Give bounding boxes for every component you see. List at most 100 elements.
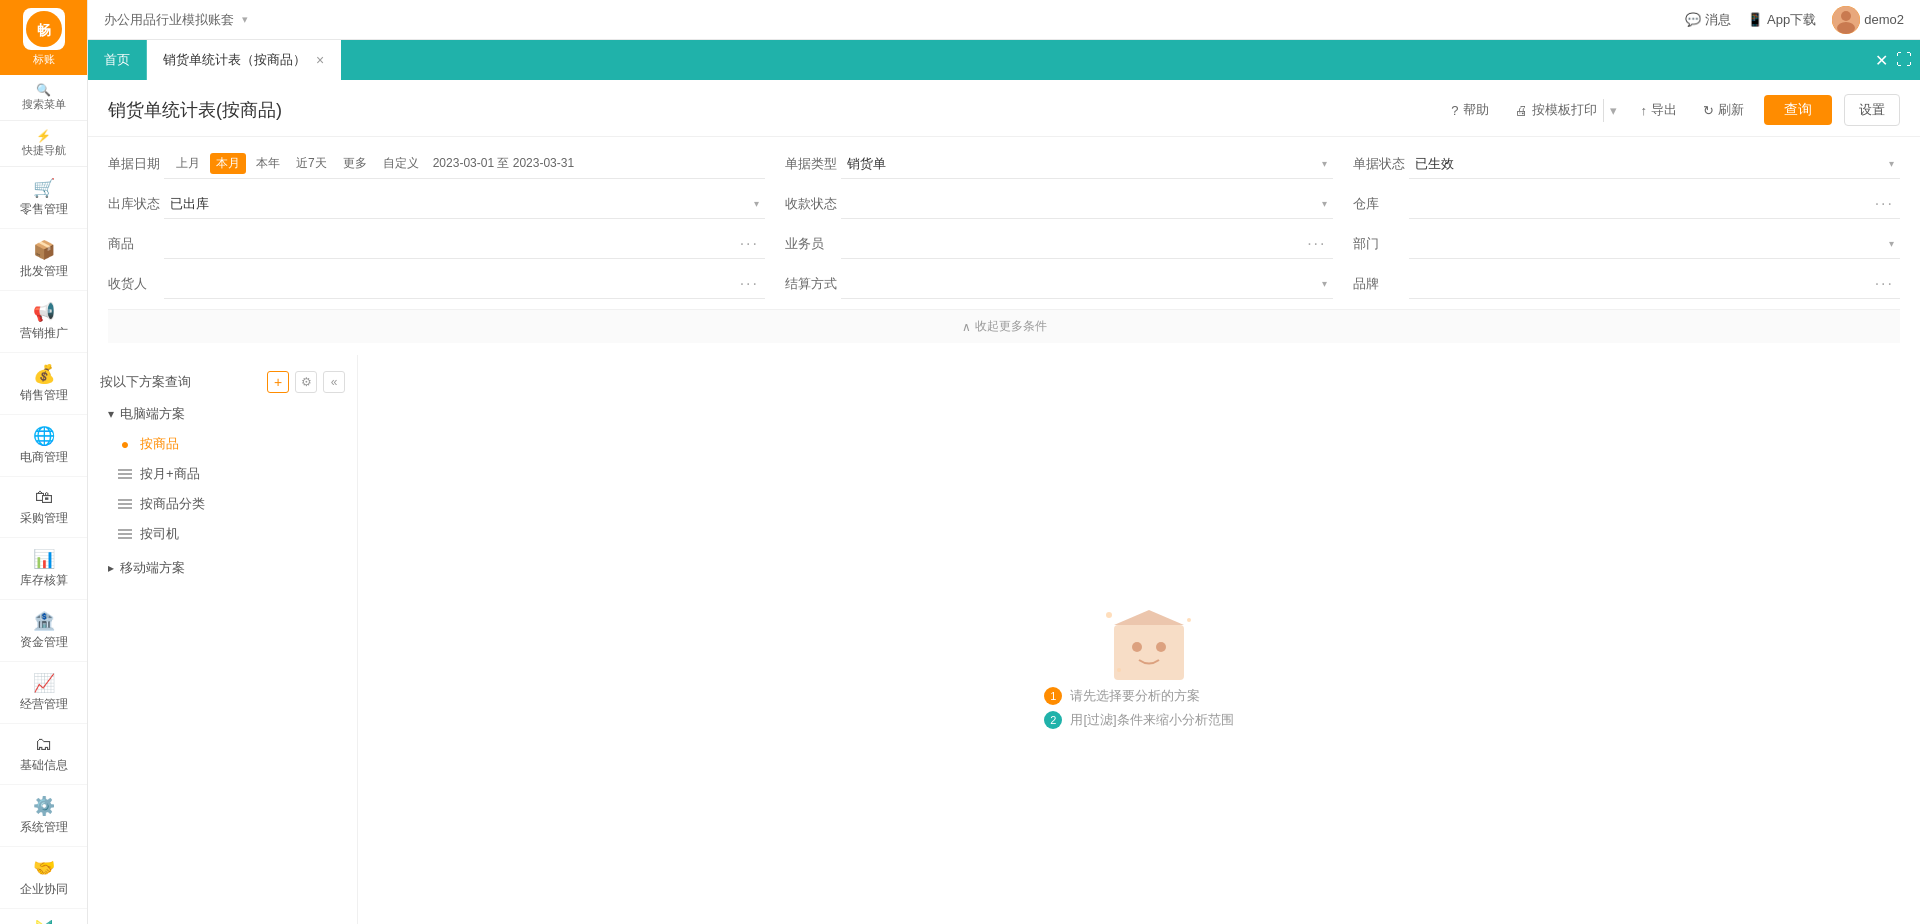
sidebar-item-purchase[interactable]: 🛍 采购管理: [0, 477, 87, 538]
date-tab-7days[interactable]: 近7天: [290, 153, 333, 174]
refresh-button[interactable]: ↻ 刷新: [1695, 97, 1752, 123]
sidebar-quicknav[interactable]: ⚡ 快捷导航: [0, 121, 87, 167]
filter-date: 单据日期 上月 本月 本年 近7天 更多 自定义 2023-03-01 至 20…: [108, 149, 765, 179]
sidebar-search[interactable]: 🔍 帮助 搜索菜单: [0, 75, 87, 121]
sidebar-item-inventory[interactable]: 📊 库存核算: [0, 538, 87, 600]
tree-sub-item-by-month-goods[interactable]: 按月+商品: [104, 459, 357, 489]
filter-warehouse: 仓库 ···: [1353, 189, 1901, 219]
out-status-control[interactable]: 已出库 ▾: [164, 189, 765, 219]
sidebar-item-basic[interactable]: 🗂 基础信息: [0, 724, 87, 785]
query-button[interactable]: 查询: [1764, 95, 1832, 125]
warehouse-control[interactable]: ···: [1409, 189, 1901, 219]
tree-sub-item-by-goods[interactable]: ● 按商品: [104, 429, 357, 459]
message-button[interactable]: 💬 消息: [1685, 11, 1731, 29]
tab-home[interactable]: 首页: [88, 40, 147, 80]
retail-icon: 🛒: [0, 177, 87, 199]
sidebar-item-ecommerce[interactable]: 🌐 电商管理: [0, 415, 87, 477]
tree-sub-item-by-driver[interactable]: 按司机: [104, 519, 357, 549]
guide-icon: 🔰: [0, 919, 87, 924]
dept-control[interactable]: ▾: [1409, 229, 1901, 259]
topbar-right: 💬 消息 📱 App下载 demo2: [1685, 6, 1904, 34]
payment-control[interactable]: ▾: [841, 269, 1333, 299]
export-button[interactable]: ↑ 导出: [1635, 97, 1684, 123]
panel-collapse-btn[interactable]: «: [323, 371, 345, 393]
filter-payment: 结算方式 ▾: [785, 269, 1333, 299]
salesman-control[interactable]: ···: [841, 229, 1333, 259]
receiver-control[interactable]: ···: [164, 269, 765, 299]
date-range: 2023-03-01 至 2023-03-31: [433, 155, 574, 172]
by-goods-label: 按商品: [140, 435, 179, 453]
logo-text: 标账: [33, 52, 55, 67]
sidebar-item-retail[interactable]: 🛒 零售管理: [0, 167, 87, 229]
empty-step-2: 2 用[过滤]条件来缩小分析范围: [1044, 711, 1233, 729]
help-button[interactable]: ? 帮助: [1443, 97, 1496, 123]
content-area: 销货单统计表(按商品) ? 帮助 🖨 按模板打印 ▾: [88, 80, 1920, 924]
industry-label: 办公用品行业模拟账套: [104, 11, 234, 29]
pc-tree-children: ● 按商品 按月+商品: [88, 429, 357, 549]
receiver-label: 收货人: [108, 275, 164, 293]
inventory-icon: 📊: [0, 548, 87, 570]
tree-sub-item-by-category[interactable]: 按商品分类: [104, 489, 357, 519]
goods-control[interactable]: ···: [164, 229, 765, 259]
logo-button[interactable]: 畅 标账: [0, 0, 87, 75]
sidebar-item-operations[interactable]: 📈 经营管理: [0, 662, 87, 724]
sidebar-item-enterprise[interactable]: 🤝 企业协同: [0, 847, 87, 909]
svg-rect-12: [118, 533, 132, 535]
settings-button[interactable]: 设置: [1844, 94, 1900, 126]
export-icon: ↑: [1641, 103, 1648, 118]
collect-status-control[interactable]: ▾: [841, 189, 1333, 219]
panel-title: 按以下方案查询: [100, 373, 191, 391]
pc-tree-chevron: ▾: [108, 407, 114, 421]
filter-row-2: 出库状态 已出库 ▾ 收款状态 ▾: [108, 189, 1900, 219]
panel-settings-btn[interactable]: ⚙: [295, 371, 317, 393]
collect-status-label: 收款状态: [785, 195, 841, 213]
date-tab-last-month[interactable]: 上月: [170, 153, 206, 174]
svg-rect-5: [118, 469, 132, 471]
sidebar-item-sales[interactable]: 💰 销售管理: [0, 353, 87, 415]
by-driver-icon: [116, 525, 134, 543]
sidebar-item-finance[interactable]: 🏦 资金管理: [0, 600, 87, 662]
svg-rect-6: [118, 473, 132, 475]
doc-type-control[interactable]: 销货单 ▾: [841, 149, 1333, 179]
filter-doc-status: 单据状态 已生效 ▾: [1353, 149, 1901, 179]
print-button[interactable]: 🖨 按模板打印: [1509, 97, 1603, 123]
export-button-group: ↑ 导出: [1635, 97, 1684, 123]
date-tab-more[interactable]: 更多: [337, 153, 373, 174]
date-tab-this-month[interactable]: 本月: [210, 153, 246, 174]
tab-close-window-icon[interactable]: ✕: [1875, 51, 1888, 70]
tab-report[interactable]: 销货单统计表（按商品） ×: [147, 40, 341, 80]
mobile-tree-chevron: ▸: [108, 561, 114, 575]
app-download-button[interactable]: 📱 App下载: [1747, 11, 1816, 29]
doc-type-chevron: ▾: [1322, 158, 1327, 169]
date-tab-custom[interactable]: 自定义: [377, 153, 425, 174]
svg-point-16: [1132, 642, 1142, 652]
sidebar-item-guide[interactable]: 🔰 新手引导: [0, 909, 87, 924]
doc-status-control[interactable]: 已生效 ▾: [1409, 149, 1901, 179]
print-dropdown-arrow[interactable]: ▾: [1603, 99, 1623, 122]
filter-row-1: 单据日期 上月 本月 本年 近7天 更多 自定义 2023-03-01 至 20…: [108, 149, 1900, 179]
sidebar-item-wholesale[interactable]: 📦 批发管理: [0, 229, 87, 291]
svg-rect-11: [118, 529, 132, 531]
panel-add-btn[interactable]: +: [267, 371, 289, 393]
tab-maximize-icon[interactable]: ⛶: [1896, 51, 1912, 69]
collapse-icon: ∧: [962, 320, 971, 334]
date-control[interactable]: 上月 本月 本年 近7天 更多 自定义 2023-03-01 至 2023-03…: [164, 149, 765, 179]
tree-item-pc[interactable]: ▾ 电脑端方案: [88, 399, 357, 429]
payment-label: 结算方式: [785, 275, 841, 293]
tree-item-mobile[interactable]: ▸ 移动端方案: [88, 553, 357, 583]
svg-point-19: [1187, 618, 1191, 622]
collapse-bar[interactable]: ∧ 收起更多条件: [108, 309, 1900, 343]
dept-label: 部门: [1353, 235, 1409, 253]
user-menu[interactable]: demo2: [1832, 6, 1904, 34]
left-panel: 按以下方案查询 + ⚙ « ▾ 电脑端方案 ●: [88, 355, 358, 924]
sidebar-item-system[interactable]: ⚙️ 系统管理: [0, 785, 87, 847]
sidebar-item-marketing[interactable]: 📢 营销推广: [0, 291, 87, 353]
date-tab-this-year[interactable]: 本年: [250, 153, 286, 174]
tab-close-icon[interactable]: ×: [316, 52, 324, 68]
receiver-dots-icon: ···: [740, 275, 759, 293]
username: demo2: [1864, 12, 1904, 27]
right-content: 1 请先选择要分析的方案 2 用[过滤]条件来缩小分析范围: [358, 355, 1920, 924]
industry-dropdown-icon[interactable]: ▾: [242, 13, 248, 26]
brand-control[interactable]: ···: [1409, 269, 1901, 299]
by-driver-label: 按司机: [140, 525, 179, 543]
